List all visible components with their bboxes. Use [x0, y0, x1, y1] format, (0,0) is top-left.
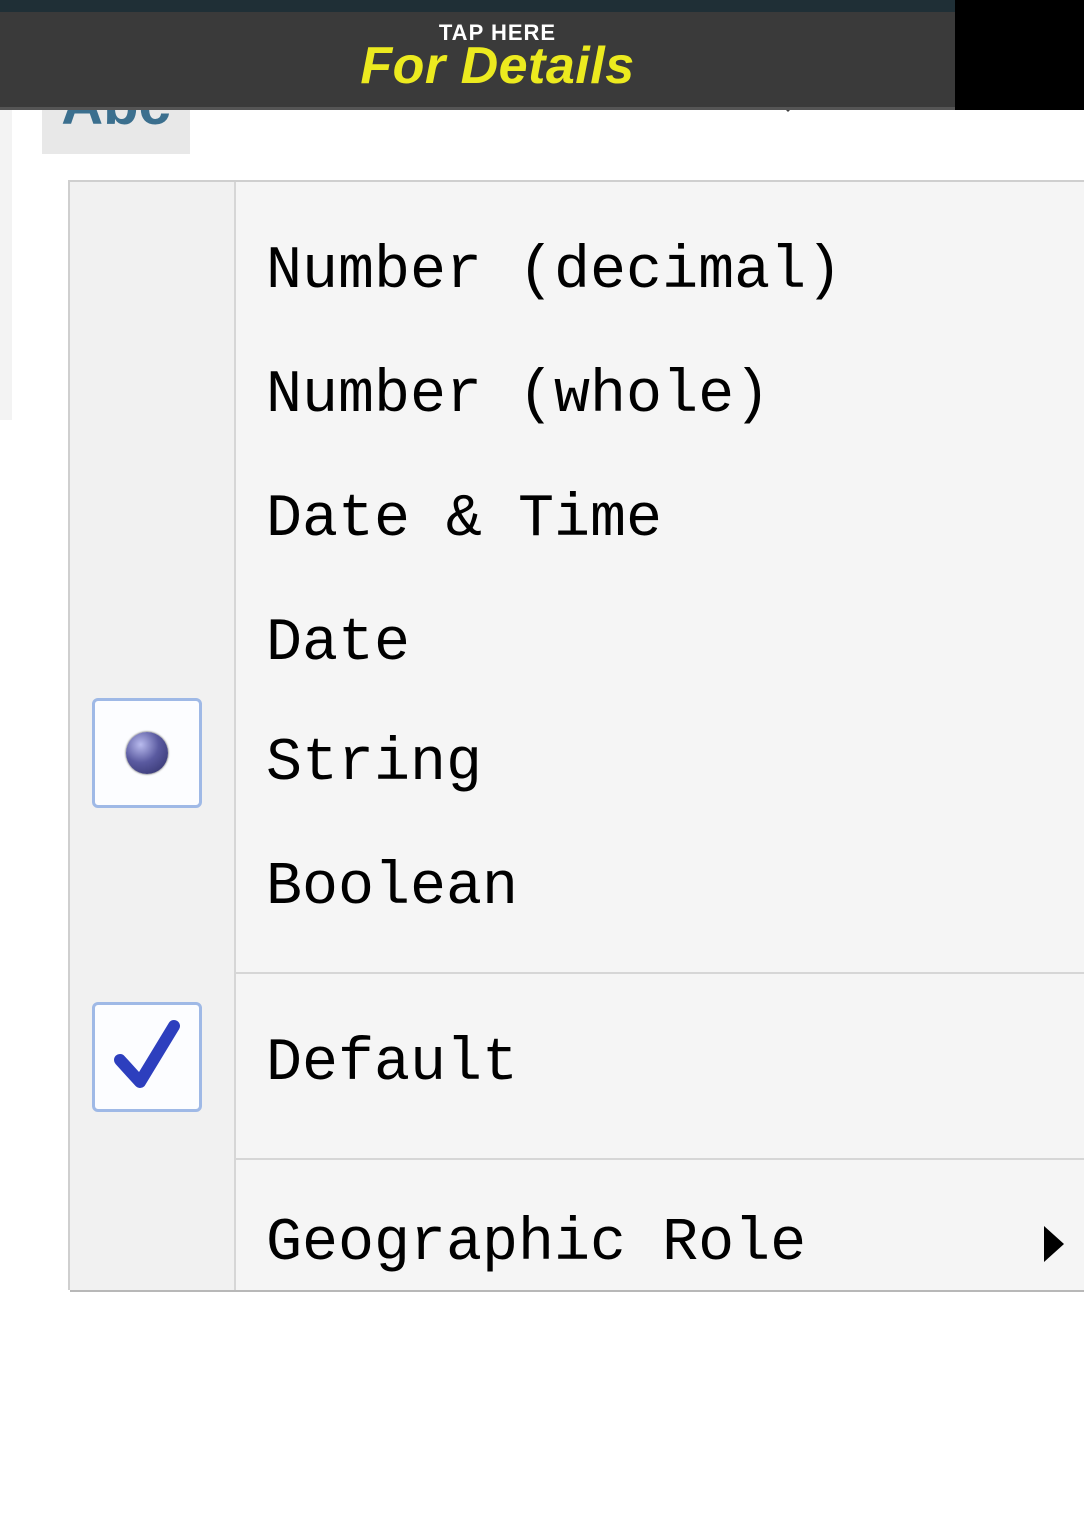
menu-item-date[interactable]: Date: [266, 584, 1064, 704]
menu-item-label: Date: [266, 610, 410, 678]
menu-item-geographic-role[interactable]: Geographic Role: [266, 1184, 1064, 1304]
menu-items-column: Number (decimal) Number (whole) Date & T…: [236, 182, 1084, 1290]
menu-item-label: Number (whole): [266, 362, 770, 430]
menu-separator: [236, 972, 1084, 974]
menu-item-number-decimal[interactable]: Number (decimal): [266, 212, 1064, 332]
promo-banner[interactable]: TAP HERE For Details: [0, 0, 955, 110]
menu-item-label: Number (decimal): [266, 238, 842, 306]
promo-banner-text: TAP HERE For Details: [360, 22, 634, 92]
menu-item-string[interactable]: String: [266, 704, 1064, 824]
left-grey-strip: [0, 110, 12, 420]
check-icon: [112, 1018, 182, 1096]
menu-icon-column: [70, 182, 236, 1290]
menu-item-boolean[interactable]: Boolean: [266, 828, 1064, 948]
datatype-context-menu: Number (decimal) Number (whole) Date & T…: [68, 180, 1084, 1290]
selected-indicator-box: [92, 698, 202, 808]
menu-item-label: Boolean: [266, 854, 518, 922]
menu-item-date-time[interactable]: Date & Time: [266, 460, 1064, 580]
promo-details-line: For Details: [360, 40, 634, 92]
menu-item-number-whole[interactable]: Number (whole): [266, 336, 1064, 456]
promo-banner-black-right: [955, 0, 1084, 110]
menu-item-label: Geographic Role: [266, 1210, 806, 1278]
menu-item-label: Default: [266, 1030, 518, 1098]
menu-item-label: String: [266, 730, 482, 798]
bullet-icon: [126, 732, 168, 774]
checked-indicator-box: [92, 1002, 202, 1112]
menu-item-label: Date & Time: [266, 486, 662, 554]
menu-item-default[interactable]: Default: [266, 1004, 1064, 1124]
menu-separator: [236, 1158, 1084, 1160]
submenu-arrow-icon: [1044, 1226, 1064, 1262]
